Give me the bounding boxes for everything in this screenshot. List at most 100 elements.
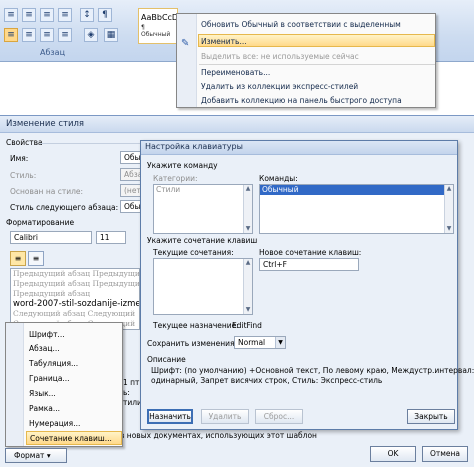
save-in-value: Normal xyxy=(238,338,266,347)
specify-command-label: Укажите команду xyxy=(147,161,218,170)
chevron-down-icon: ▼ xyxy=(275,337,285,348)
current-keys-label: Текущие сочетания: xyxy=(153,248,234,257)
format-button[interactable]: Формат ▾ xyxy=(5,448,67,463)
based-on-label: Основан на стиле: xyxy=(10,187,84,196)
menu-rename[interactable]: Переименовать... xyxy=(199,66,270,79)
shading-button[interactable]: ◈ xyxy=(84,28,98,42)
menu-tabs[interactable]: Табуляция... xyxy=(26,357,122,371)
preview-prev-line: Предыдущий абзац Предыдущий xyxy=(13,279,140,288)
edit-icon: ✎ xyxy=(181,38,190,49)
new-key-input[interactable]: Ctrl+F xyxy=(259,258,359,271)
font-select[interactable]: Calibri xyxy=(10,231,92,244)
menu-language[interactable]: Язык... xyxy=(26,387,122,401)
preview-next-line: Следующий абзац Следующий xyxy=(13,309,136,318)
remove-button[interactable]: Удалить xyxy=(201,409,249,424)
borders-button[interactable]: ▦ xyxy=(104,28,118,42)
divider xyxy=(40,143,140,144)
save-in-select[interactable]: Normal ▼ xyxy=(234,336,286,349)
scroll-up-icon[interactable]: ▲ xyxy=(244,185,252,193)
scrollbar[interactable]: ▲ ▼ xyxy=(444,185,453,233)
description-text: одинарный, Запрет висячих строк, Стиль: … xyxy=(151,376,383,385)
justify-button[interactable]: ≡ xyxy=(58,28,72,42)
description-text: Шрифт: (по умолчанию) +Основной текст, П… xyxy=(151,366,474,375)
current-assign-value: EditFind xyxy=(232,321,262,330)
save-in-label: Сохранить изменения в: xyxy=(147,339,244,348)
description-fragment: 1 пт, xyxy=(123,378,142,387)
list-item[interactable]: Обычный xyxy=(260,185,453,195)
ribbon-button[interactable]: ≡ xyxy=(4,8,18,22)
align-left-button[interactable]: ≡ xyxy=(4,28,18,42)
scroll-up-icon[interactable]: ▲ xyxy=(244,259,252,267)
ok-button[interactable]: OK xyxy=(370,446,416,462)
scrollbar[interactable]: ▲ ▼ xyxy=(243,185,252,233)
ribbon-button[interactable]: ≡ xyxy=(40,8,54,22)
categories-label: Категории: xyxy=(153,174,198,183)
cancel-button[interactable]: Отмена xyxy=(422,446,468,462)
paragraph-group-label: Абзац xyxy=(40,48,66,57)
assign-button[interactable]: Назначить xyxy=(147,409,193,424)
align-left-button[interactable]: ≡ xyxy=(10,251,26,266)
align-center-button[interactable]: ≡ xyxy=(28,251,44,266)
scrollbar[interactable]: ▲ ▼ xyxy=(243,259,252,314)
next-style-field[interactable]: Обыч xyxy=(120,200,142,213)
align-center-button[interactable]: ≡ xyxy=(22,28,36,42)
scroll-down-icon[interactable]: ▼ xyxy=(244,306,252,314)
preview-prev-line: Предыдущий абзац Предыдущий xyxy=(13,269,140,278)
preview-prev-line: Предыдущий абзац xyxy=(13,289,91,298)
menu-border[interactable]: Граница... xyxy=(26,372,122,386)
preview-current-text: word-2007-stil-sozdanije-izmenenije xyxy=(13,299,139,309)
properties-section: Свойства xyxy=(6,138,43,147)
dialog-title: Изменение стиля xyxy=(0,116,474,133)
menu-paragraph[interactable]: Абзац... xyxy=(26,342,122,356)
close-button[interactable]: Закрыть xyxy=(407,409,455,424)
new-key-label: Новое сочетание клавиш: xyxy=(259,248,362,257)
ribbon-button[interactable]: ≡ xyxy=(22,8,36,22)
description-fragment: ь: xyxy=(123,388,130,397)
menu-modify[interactable]: Изменить... xyxy=(198,34,435,47)
ribbon-button[interactable]: ≡ xyxy=(58,8,72,22)
style-sample: AaBbCcDc xyxy=(141,13,183,22)
menu-select-all[interactable]: Выделить все: не используемые сейчас xyxy=(199,50,359,63)
reset-button[interactable]: Сброс... xyxy=(255,409,303,424)
name-field[interactable]: Обычн xyxy=(120,151,142,164)
new-docs-option[interactable]: в новых документах, использующих этот ша… xyxy=(120,431,317,440)
style-type-label: Стиль: xyxy=(10,171,37,180)
current-assign-label: Текущее назначение: xyxy=(153,321,239,330)
ribbon-button[interactable]: ↕ xyxy=(80,8,94,22)
formatting-section: Форматирование xyxy=(6,218,75,227)
menu-shortcut-key[interactable]: Сочетание клавиш... xyxy=(26,431,122,445)
menu-icon-strip xyxy=(6,323,24,446)
categories-list[interactable]: Стили ▲ ▼ xyxy=(153,184,253,234)
dialog-title: Настройка клавиатуры xyxy=(141,141,457,155)
based-on-field[interactable]: (нет xyxy=(120,184,142,197)
scroll-down-icon[interactable]: ▼ xyxy=(445,225,453,233)
specify-keys-label: Укажите сочетание клавиш xyxy=(147,236,258,245)
align-right-button[interactable]: ≡ xyxy=(40,28,54,42)
next-style-label: Стиль следующего абзаца: xyxy=(10,203,119,212)
menu-frame[interactable]: Рамка... xyxy=(26,402,122,416)
menu-add-to-qat[interactable]: Добавить коллекцию на панель быстрого до… xyxy=(199,94,402,107)
style-preview: Предыдущий абзац Предыдущий Предыдущий а… xyxy=(10,268,140,330)
customize-keyboard-dialog: Настройка клавиатуры Укажите команду Кат… xyxy=(140,140,474,430)
menu-separator xyxy=(199,64,435,65)
style-type-field[interactable]: Абзац xyxy=(120,168,142,181)
style-context-menu: ✎ Обновить Обычный в соответствии с выде… xyxy=(176,13,436,108)
list-item[interactable]: Стили xyxy=(154,185,252,195)
description-label: Описание xyxy=(147,355,186,364)
scroll-up-icon[interactable]: ▲ xyxy=(445,185,453,193)
commands-label: Команды: xyxy=(259,174,298,183)
format-menu: Шрифт... Абзац... Табуляция... Граница..… xyxy=(5,322,123,447)
name-label: Имя: xyxy=(10,154,29,163)
menu-update-normal[interactable]: Обновить Обычный в соответствии с выделе… xyxy=(199,18,435,42)
commands-list[interactable]: Обычный ▲ ▼ xyxy=(259,184,454,234)
menu-icon-strip xyxy=(177,14,197,107)
current-keys-list[interactable]: ▲ ▼ xyxy=(153,258,253,315)
style-sub: ¶ Обычный xyxy=(141,24,171,38)
ribbon-button[interactable]: ¶ xyxy=(98,8,112,22)
font-size-select[interactable]: 11 xyxy=(96,231,126,244)
menu-remove-from-gallery[interactable]: Удалить из коллекции экспресс-стилей xyxy=(199,80,358,93)
menu-font[interactable]: Шрифт... xyxy=(26,328,122,342)
scroll-down-icon[interactable]: ▼ xyxy=(244,225,252,233)
style-normal-tile[interactable]: AaBbCcDc ¶ Обычный xyxy=(138,8,183,44)
menu-numbering[interactable]: Нумерация... xyxy=(26,417,122,431)
